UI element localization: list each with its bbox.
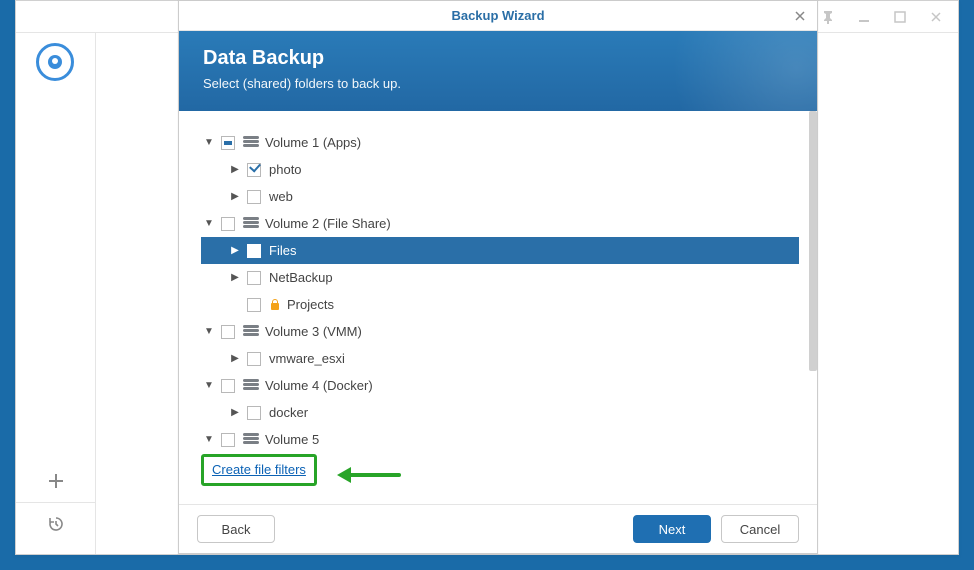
maximize-button[interactable] bbox=[884, 4, 916, 30]
tree-folder-row[interactable]: ▶ web bbox=[201, 183, 799, 210]
next-button[interactable]: Next bbox=[633, 515, 711, 543]
folder-tree[interactable]: ▼ Volume 1 (Apps) ▶ photo ▶ web ▼ Volume 2 (Fil… bbox=[201, 129, 799, 458]
scrollbar-thumb[interactable] bbox=[809, 111, 817, 371]
minimize-button[interactable] bbox=[848, 4, 880, 30]
app-window: Backup Wizard Data Backup Select (shared… bbox=[15, 0, 959, 555]
checkbox[interactable] bbox=[247, 352, 261, 366]
checkbox[interactable] bbox=[247, 163, 261, 177]
volume-icon bbox=[243, 217, 259, 231]
tree-item-label: Volume 4 (Docker) bbox=[265, 378, 373, 393]
app-badge bbox=[36, 43, 76, 83]
lifesaver-icon bbox=[36, 43, 74, 81]
volume-icon bbox=[243, 379, 259, 393]
back-button[interactable]: Back bbox=[197, 515, 275, 543]
expander-icon[interactable]: ▼ bbox=[201, 326, 217, 337]
tree-volume-row[interactable]: ▼ Volume 1 (Apps) bbox=[201, 129, 799, 156]
tree-item-label: Files bbox=[269, 243, 296, 258]
dialog-titlebar: Backup Wizard bbox=[179, 1, 817, 31]
app-sidebar bbox=[16, 33, 96, 554]
add-button[interactable] bbox=[16, 460, 95, 502]
dialog-footer: Back Next Cancel bbox=[179, 504, 817, 553]
tree-folder-row[interactable]: Projects bbox=[201, 291, 799, 318]
dialog-header-title: Data Backup bbox=[203, 47, 793, 70]
tree-item-label: docker bbox=[269, 405, 308, 420]
checkbox[interactable] bbox=[221, 136, 235, 150]
close-button[interactable] bbox=[920, 4, 952, 30]
tree-item-label: Volume 5 bbox=[265, 432, 319, 447]
dialog-header: Data Backup Select (shared) folders to b… bbox=[179, 31, 817, 111]
cancel-button[interactable]: Cancel bbox=[721, 515, 799, 543]
tree-folder-row[interactable]: ▶ vmware_esxi bbox=[201, 345, 799, 372]
backup-wizard-dialog: Backup Wizard Data Backup Select (shared… bbox=[178, 1, 818, 554]
expander-icon[interactable]: ▼ bbox=[201, 218, 217, 229]
dialog-body: ▼ Volume 1 (Apps) ▶ photo ▶ web ▼ Volume 2 (Fil… bbox=[179, 111, 817, 504]
lock-icon bbox=[269, 299, 281, 311]
history-button[interactable] bbox=[16, 502, 95, 544]
expander-icon[interactable]: ▶ bbox=[227, 164, 243, 175]
tree-folder-row[interactable]: ▶ photo bbox=[201, 156, 799, 183]
tree-volume-row[interactable]: ▼ Volume 2 (File Share) bbox=[201, 210, 799, 237]
tree-item-label: Volume 2 (File Share) bbox=[265, 216, 391, 231]
tree-item-label: web bbox=[269, 189, 293, 204]
volume-icon bbox=[243, 136, 259, 150]
checkbox[interactable] bbox=[221, 379, 235, 393]
tree-item-label: Projects bbox=[287, 297, 334, 312]
expander-icon[interactable]: ▼ bbox=[201, 434, 217, 445]
checkbox[interactable] bbox=[221, 325, 235, 339]
expander-icon[interactable]: ▶ bbox=[227, 272, 243, 283]
tree-item-label: vmware_esxi bbox=[269, 351, 345, 366]
tree-item-label: NetBackup bbox=[269, 270, 333, 285]
checkbox[interactable] bbox=[221, 217, 235, 231]
expander-icon[interactable]: ▶ bbox=[227, 353, 243, 364]
tree-volume-row[interactable]: ▼ Volume 4 (Docker) bbox=[201, 372, 799, 399]
tree-folder-row[interactable]: ▶ NetBackup bbox=[201, 264, 799, 291]
expander-icon[interactable]: ▶ bbox=[227, 245, 243, 256]
expander-icon[interactable]: ▶ bbox=[227, 191, 243, 202]
scrollbar[interactable] bbox=[809, 111, 817, 458]
create-file-filters-link[interactable]: Create file filters bbox=[212, 462, 306, 477]
volume-icon bbox=[243, 325, 259, 339]
expander-icon[interactable]: ▶ bbox=[227, 407, 243, 418]
expander-icon[interactable]: ▼ bbox=[201, 137, 217, 148]
tree-volume-row[interactable]: ▼ Volume 3 (VMM) bbox=[201, 318, 799, 345]
dialog-close-button[interactable] bbox=[789, 5, 811, 27]
annotation-arrow bbox=[337, 468, 407, 482]
checkbox[interactable] bbox=[247, 406, 261, 420]
dialog-title: Backup Wizard bbox=[451, 8, 544, 23]
tree-folder-row[interactable]: ▶ docker bbox=[201, 399, 799, 426]
checkbox[interactable] bbox=[247, 190, 261, 204]
tree-item-label: Volume 1 (Apps) bbox=[265, 135, 361, 150]
tree-item-label: Volume 3 (VMM) bbox=[265, 324, 362, 339]
expander-icon[interactable]: ▼ bbox=[201, 380, 217, 391]
tree-folder-row[interactable]: ▶ Files bbox=[201, 237, 799, 264]
checkbox[interactable] bbox=[247, 244, 261, 258]
filters-highlight: Create file filters bbox=[201, 454, 317, 486]
tree-volume-row[interactable]: ▼ Volume 5 bbox=[201, 426, 799, 453]
volume-icon bbox=[243, 433, 259, 447]
dialog-header-subtitle: Select (shared) folders to back up. bbox=[203, 76, 793, 91]
tree-item-label: photo bbox=[269, 162, 302, 177]
checkbox[interactable] bbox=[247, 298, 261, 312]
checkbox[interactable] bbox=[221, 433, 235, 447]
checkbox[interactable] bbox=[247, 271, 261, 285]
